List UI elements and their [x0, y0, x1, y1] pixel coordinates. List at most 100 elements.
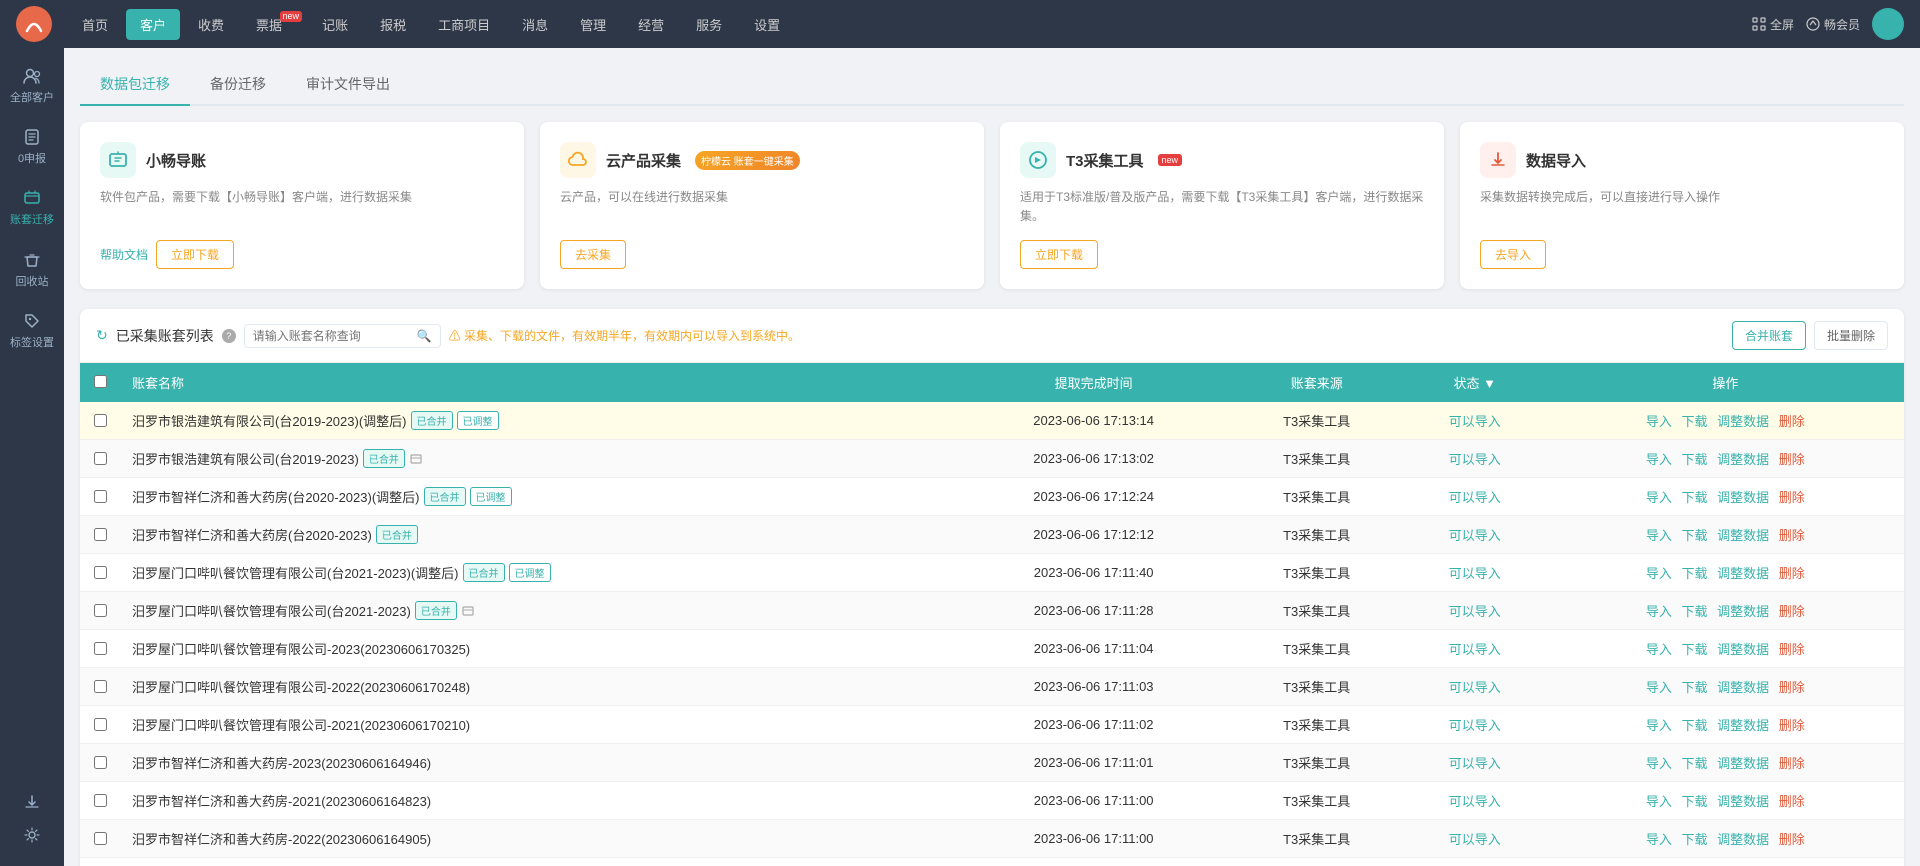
sidebar-download-icon[interactable]: [22, 792, 42, 817]
download-link[interactable]: 下载: [1682, 832, 1708, 847]
delete-link[interactable]: 删除: [1779, 490, 1805, 505]
search-icon[interactable]: 🔍: [417, 329, 432, 343]
row-checkbox[interactable]: [94, 794, 107, 807]
adjust-data-link[interactable]: 调整数据: [1717, 452, 1769, 467]
nav-item-tax[interactable]: 报税: [366, 9, 420, 40]
row-checkbox[interactable]: [94, 566, 107, 579]
nav-item-business[interactable]: 工商项目: [424, 9, 504, 40]
nav-item-operation[interactable]: 经营: [624, 9, 678, 40]
import-link[interactable]: 导入: [1646, 794, 1672, 809]
col-status[interactable]: 状态 ▼: [1403, 363, 1547, 402]
delete-link[interactable]: 删除: [1779, 604, 1805, 619]
member-button[interactable]: 畅会员: [1806, 16, 1860, 33]
sidebar-item-all-customers[interactable]: 全部客户: [4, 56, 60, 113]
row-checkbox[interactable]: [94, 452, 107, 465]
download-link[interactable]: 下载: [1682, 414, 1708, 429]
row-checkbox[interactable]: [94, 490, 107, 503]
download-now-button-1[interactable]: 立即下载: [156, 240, 234, 269]
row-checkbox[interactable]: [94, 604, 107, 617]
help-icon[interactable]: ?: [222, 329, 236, 343]
download-link[interactable]: 下载: [1682, 718, 1708, 733]
download-link[interactable]: 下载: [1682, 794, 1708, 809]
adjust-data-link[interactable]: 调整数据: [1717, 414, 1769, 429]
nav-item-invoice[interactable]: 票据 new: [242, 9, 304, 40]
merge-accounts-button[interactable]: 合并账套: [1732, 321, 1806, 350]
import-link[interactable]: 导入: [1646, 566, 1672, 581]
help-doc-link[interactable]: 帮助文档: [100, 246, 148, 263]
import-link[interactable]: 导入: [1646, 414, 1672, 429]
sidebar-settings-icon[interactable]: [22, 825, 42, 850]
delete-link[interactable]: 删除: [1779, 414, 1805, 429]
import-link[interactable]: 导入: [1646, 528, 1672, 543]
import-link[interactable]: 导入: [1646, 452, 1672, 467]
delete-link[interactable]: 删除: [1779, 680, 1805, 695]
download-link[interactable]: 下载: [1682, 528, 1708, 543]
import-link[interactable]: 导入: [1646, 756, 1672, 771]
adjust-data-link[interactable]: 调整数据: [1717, 718, 1769, 733]
row-checkbox[interactable]: [94, 414, 107, 427]
delete-link[interactable]: 删除: [1779, 832, 1805, 847]
select-all-checkbox[interactable]: [94, 375, 107, 388]
adjust-data-link[interactable]: 调整数据: [1717, 756, 1769, 771]
go-import-button[interactable]: 去导入: [1480, 240, 1546, 269]
app-logo[interactable]: [16, 6, 52, 42]
row-checkbox[interactable]: [94, 718, 107, 731]
row-checkbox[interactable]: [94, 832, 107, 845]
adjust-data-link[interactable]: 调整数据: [1717, 680, 1769, 695]
download-now-button-3[interactable]: 立即下载: [1020, 240, 1098, 269]
row-checkbox[interactable]: [94, 642, 107, 655]
nav-item-service[interactable]: 服务: [682, 9, 736, 40]
adjust-data-link[interactable]: 调整数据: [1717, 528, 1769, 543]
adjust-data-link[interactable]: 调整数据: [1717, 832, 1769, 847]
tab-backup-migrate[interactable]: 备份迁移: [190, 64, 286, 106]
import-link[interactable]: 导入: [1646, 490, 1672, 505]
delete-link[interactable]: 删除: [1779, 794, 1805, 809]
sidebar-item-account-migrate[interactable]: 账套迁移: [4, 178, 60, 235]
go-collect-button[interactable]: 去采集: [560, 240, 626, 269]
download-link[interactable]: 下载: [1682, 566, 1708, 581]
nav-item-settings[interactable]: 设置: [740, 9, 794, 40]
row-checkbox[interactable]: [94, 756, 107, 769]
delete-link[interactable]: 删除: [1779, 566, 1805, 581]
user-avatar[interactable]: [1872, 8, 1904, 40]
nav-item-accounting[interactable]: 记账: [308, 9, 362, 40]
import-link[interactable]: 导入: [1646, 832, 1672, 847]
delete-link[interactable]: 删除: [1779, 452, 1805, 467]
nav-item-manage[interactable]: 管理: [566, 9, 620, 40]
adjust-data-link[interactable]: 调整数据: [1717, 794, 1769, 809]
nav-item-fee[interactable]: 收费: [184, 9, 238, 40]
sidebar-item-recycle[interactable]: 回收站: [4, 240, 60, 297]
download-link[interactable]: 下载: [1682, 452, 1708, 467]
fullscreen-button[interactable]: 全屏: [1752, 16, 1794, 33]
tab-audit-export[interactable]: 审计文件导出: [286, 64, 410, 106]
download-link[interactable]: 下载: [1682, 642, 1708, 657]
delete-link[interactable]: 删除: [1779, 718, 1805, 733]
row-checkbox[interactable]: [94, 680, 107, 693]
sidebar-item-tag-settings[interactable]: 标签设置: [4, 301, 60, 358]
search-input[interactable]: [253, 329, 413, 343]
delete-link[interactable]: 删除: [1779, 528, 1805, 543]
adjust-data-link[interactable]: 调整数据: [1717, 490, 1769, 505]
row-ops-cell: 导入 下载 调整数据 删除: [1547, 516, 1904, 554]
batch-delete-button[interactable]: 批量删除: [1814, 321, 1888, 350]
refresh-icon[interactable]: ↻: [96, 327, 108, 344]
download-link[interactable]: 下载: [1682, 680, 1708, 695]
import-link[interactable]: 导入: [1646, 718, 1672, 733]
import-link[interactable]: 导入: [1646, 642, 1672, 657]
download-link[interactable]: 下载: [1682, 756, 1708, 771]
row-checkbox[interactable]: [94, 528, 107, 541]
import-link[interactable]: 导入: [1646, 680, 1672, 695]
nav-item-message[interactable]: 消息: [508, 9, 562, 40]
delete-link[interactable]: 删除: [1779, 756, 1805, 771]
sidebar-item-zero-report[interactable]: 0申报: [4, 117, 60, 174]
adjust-data-link[interactable]: 调整数据: [1717, 604, 1769, 619]
tab-data-migrate[interactable]: 数据包迁移: [80, 64, 190, 106]
download-link[interactable]: 下载: [1682, 604, 1708, 619]
import-link[interactable]: 导入: [1646, 604, 1672, 619]
adjust-data-link[interactable]: 调整数据: [1717, 642, 1769, 657]
nav-item-customer[interactable]: 客户: [126, 9, 180, 40]
adjust-data-link[interactable]: 调整数据: [1717, 566, 1769, 581]
download-link[interactable]: 下载: [1682, 490, 1708, 505]
nav-item-home[interactable]: 首页: [68, 9, 122, 40]
delete-link[interactable]: 删除: [1779, 642, 1805, 657]
